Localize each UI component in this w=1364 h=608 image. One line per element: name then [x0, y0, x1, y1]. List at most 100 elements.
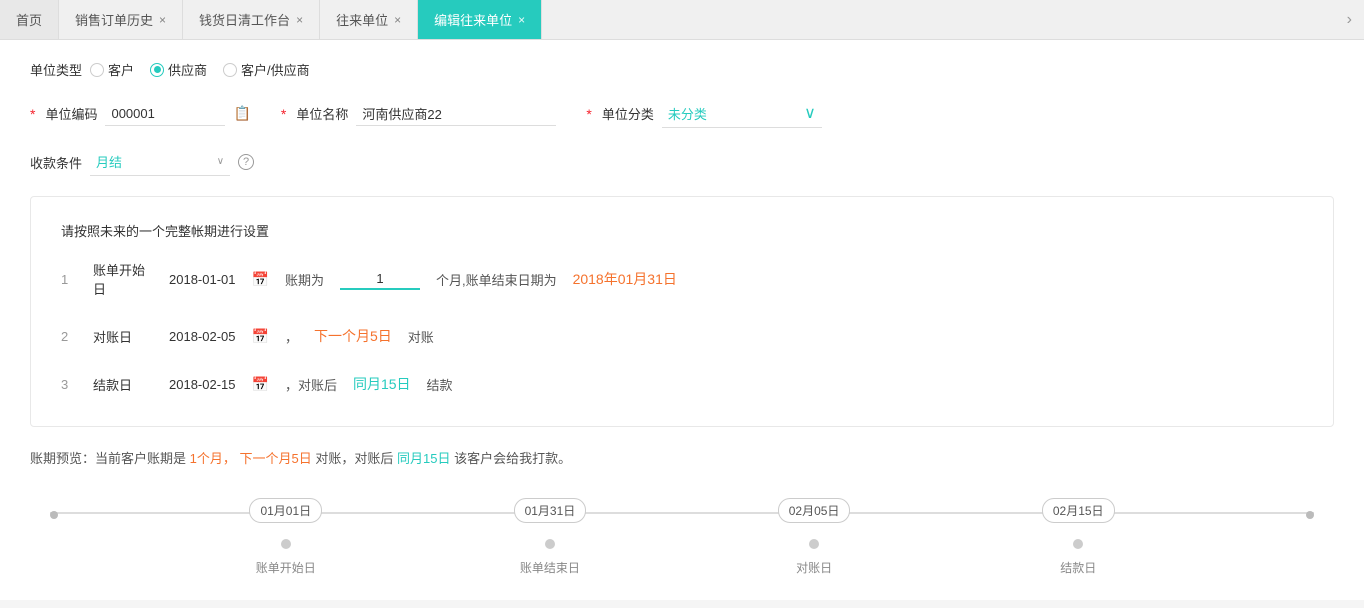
timeline-point-3: 02月15日 结款日	[1042, 498, 1115, 576]
payment-row: 收款条件 月结 ∨ ?	[30, 148, 1334, 176]
period-row-3-date: 2018-02-15	[169, 377, 236, 392]
timeline-point-0: 01月01日 账单开始日	[249, 498, 322, 576]
period-month-input[interactable]	[340, 269, 420, 290]
period-row-3-suffix: 结款	[427, 375, 453, 394]
period-row-2-label: 对账日	[93, 327, 153, 346]
timeline-badge-0: 01月01日	[249, 498, 322, 523]
unit-code-copy-icon[interactable]: 📋	[233, 105, 250, 122]
timeline: 01月01日 账单开始日 01月31日 账单结束日 02月05日 对账日 02月…	[30, 498, 1334, 576]
period-row-3-prefix: ，对账后	[285, 375, 337, 394]
unit-class-value: 未分类	[668, 104, 800, 123]
radio-supplier[interactable]: 供应商	[150, 60, 207, 79]
unit-type-label: 单位类型	[30, 60, 82, 79]
payment-chevron-icon: ∨	[217, 156, 224, 167]
tab-home[interactable]: 首页	[0, 0, 59, 39]
tab-bar: 首页 销售订单历史 × 钱货日清工作台 × 往来单位 × 编辑往来单位 × ›	[0, 0, 1364, 40]
close-tab-cash-work[interactable]: ×	[296, 13, 303, 27]
preview-part1: 1个月，	[190, 451, 236, 466]
unit-class-select[interactable]: 未分类 ∨	[662, 99, 822, 128]
period-row-2-comma: ，	[285, 327, 298, 346]
close-tab-sales-order[interactable]: ×	[159, 13, 166, 27]
close-tab-partner[interactable]: ×	[394, 13, 401, 27]
timeline-end-cap	[1306, 498, 1314, 576]
payment-value: 月结	[96, 152, 213, 171]
preview-part3: 对账，对账后	[315, 451, 393, 466]
radio-customer-circle	[90, 63, 104, 77]
timeline-sublabel-1: 账单结束日	[520, 559, 580, 576]
period-box: 请按照未来的一个完整帐期进行设置 1 账单开始日 2018-01-01 📅 账期…	[30, 196, 1334, 427]
period-row-3-highlight: 同月15日	[353, 374, 411, 394]
timeline-sublabel-0: 账单开始日	[256, 559, 316, 576]
tab-sales-order[interactable]: 销售订单历史 ×	[59, 0, 183, 39]
period-row-1-cal-icon[interactable]: 📅	[252, 271, 269, 288]
preview-section: 账期预览：当前客户账期是 1个月， 下一个月5日 对账，对账后 同月15日 该客…	[30, 447, 1334, 470]
period-row-2-highlight: 下一个月5日	[314, 326, 392, 346]
period-row-1-highlight: 2018年01月31日	[573, 269, 677, 289]
unit-code-label: 单位编码	[45, 104, 97, 123]
unit-name-input[interactable]	[356, 102, 556, 126]
payment-label: 收款条件	[30, 153, 82, 172]
unit-type-group: 单位类型 客户 供应商 客户/供应商	[30, 60, 310, 79]
period-row-3-cal-icon[interactable]: 📅	[252, 376, 269, 393]
unit-name-label: 单位名称	[296, 104, 348, 123]
unit-code-group: * 单位编码 📋	[30, 102, 251, 126]
unit-name-star: *	[281, 106, 286, 122]
timeline-badge-1: 01月31日	[514, 498, 587, 523]
preview-part5: 该客户会给我打款。	[454, 451, 571, 466]
timeline-sublabel-2: 对账日	[796, 559, 832, 576]
timeline-start-dot	[50, 511, 58, 519]
period-row-1: 1 账单开始日 2018-01-01 📅 账期为 个月,账单结束日期为 2018…	[61, 260, 1303, 298]
period-row-1-date: 2018-01-01	[169, 272, 236, 287]
unit-type-row: 单位类型 客户 供应商 客户/供应商	[30, 60, 1334, 79]
period-row-1-suffix: 账期为	[285, 270, 324, 289]
timeline-point-2: 02月05日 对账日	[778, 498, 851, 576]
preview-part4: 同月15日	[397, 451, 450, 466]
period-title: 请按照未来的一个完整帐期进行设置	[61, 221, 1303, 240]
help-icon[interactable]: ?	[238, 154, 254, 170]
preview-part2: 下一个月5日	[240, 451, 312, 466]
period-row-2: 2 对账日 2018-02-05 📅 ， 下一个月5日 对账	[61, 326, 1303, 346]
tab-partner[interactable]: 往来单位 ×	[320, 0, 418, 39]
tab-cash-work[interactable]: 钱货日清工作台 ×	[183, 0, 320, 39]
unit-code-input[interactable]	[105, 102, 225, 126]
payment-group: 收款条件 月结 ∨ ?	[30, 148, 254, 176]
timeline-point-1: 01月31日 账单结束日	[514, 498, 587, 576]
period-row-3-label: 结款日	[93, 375, 153, 394]
radio-supplier-circle	[150, 63, 164, 77]
period-row-2-num: 2	[61, 329, 77, 344]
timeline-sublabel-3: 结款日	[1060, 559, 1096, 576]
radio-customer[interactable]: 客户	[90, 60, 134, 79]
timeline-start-cap	[50, 498, 58, 576]
timeline-dot-0	[281, 539, 291, 549]
tab-more-button[interactable]: ›	[1335, 0, 1364, 39]
period-row-1-label: 账单开始日	[93, 260, 153, 298]
period-row-3-num: 3	[61, 377, 77, 392]
period-row-3: 3 结款日 2018-02-15 📅 ，对账后 同月15日 结款	[61, 374, 1303, 394]
period-row-2-date: 2018-02-05	[169, 329, 236, 344]
timeline-end-dot	[1306, 511, 1314, 519]
unit-class-group: * 单位分类 未分类 ∨	[586, 99, 821, 128]
main-content: 单位类型 客户 供应商 客户/供应商 * 单位编码	[0, 40, 1364, 600]
preview-label: 账期预览：当前客户账期是	[30, 451, 186, 466]
period-row-2-cal-icon[interactable]: 📅	[252, 328, 269, 345]
timeline-dot-1	[545, 539, 555, 549]
unit-code-star: *	[30, 106, 35, 122]
unit-class-chevron-icon: ∨	[804, 103, 816, 123]
unit-class-star: *	[586, 106, 591, 122]
close-tab-edit-partner[interactable]: ×	[518, 13, 525, 27]
payment-select[interactable]: 月结 ∨	[90, 148, 230, 176]
radio-customer-supplier[interactable]: 客户/供应商	[223, 60, 310, 79]
tab-edit-partner[interactable]: 编辑往来单位 ×	[418, 0, 542, 39]
period-row-1-desc: 个月,账单结束日期为	[436, 270, 557, 289]
timeline-badge-3: 02月15日	[1042, 498, 1115, 523]
radio-customer-supplier-circle	[223, 63, 237, 77]
timeline-dot-2	[809, 539, 819, 549]
timeline-badge-2: 02月05日	[778, 498, 851, 523]
period-row-1-num: 1	[61, 272, 77, 287]
timeline-points: 01月01日 账单开始日 01月31日 账单结束日 02月05日 对账日 02月…	[50, 498, 1314, 576]
unit-name-group: * 单位名称	[281, 102, 556, 126]
timeline-dot-3	[1073, 539, 1083, 549]
unit-info-row: * 单位编码 📋 * 单位名称 * 单位分类 未分类 ∨	[30, 99, 1334, 128]
period-row-2-suffix: 对账	[408, 327, 434, 346]
unit-class-label: 单位分类	[602, 104, 654, 123]
